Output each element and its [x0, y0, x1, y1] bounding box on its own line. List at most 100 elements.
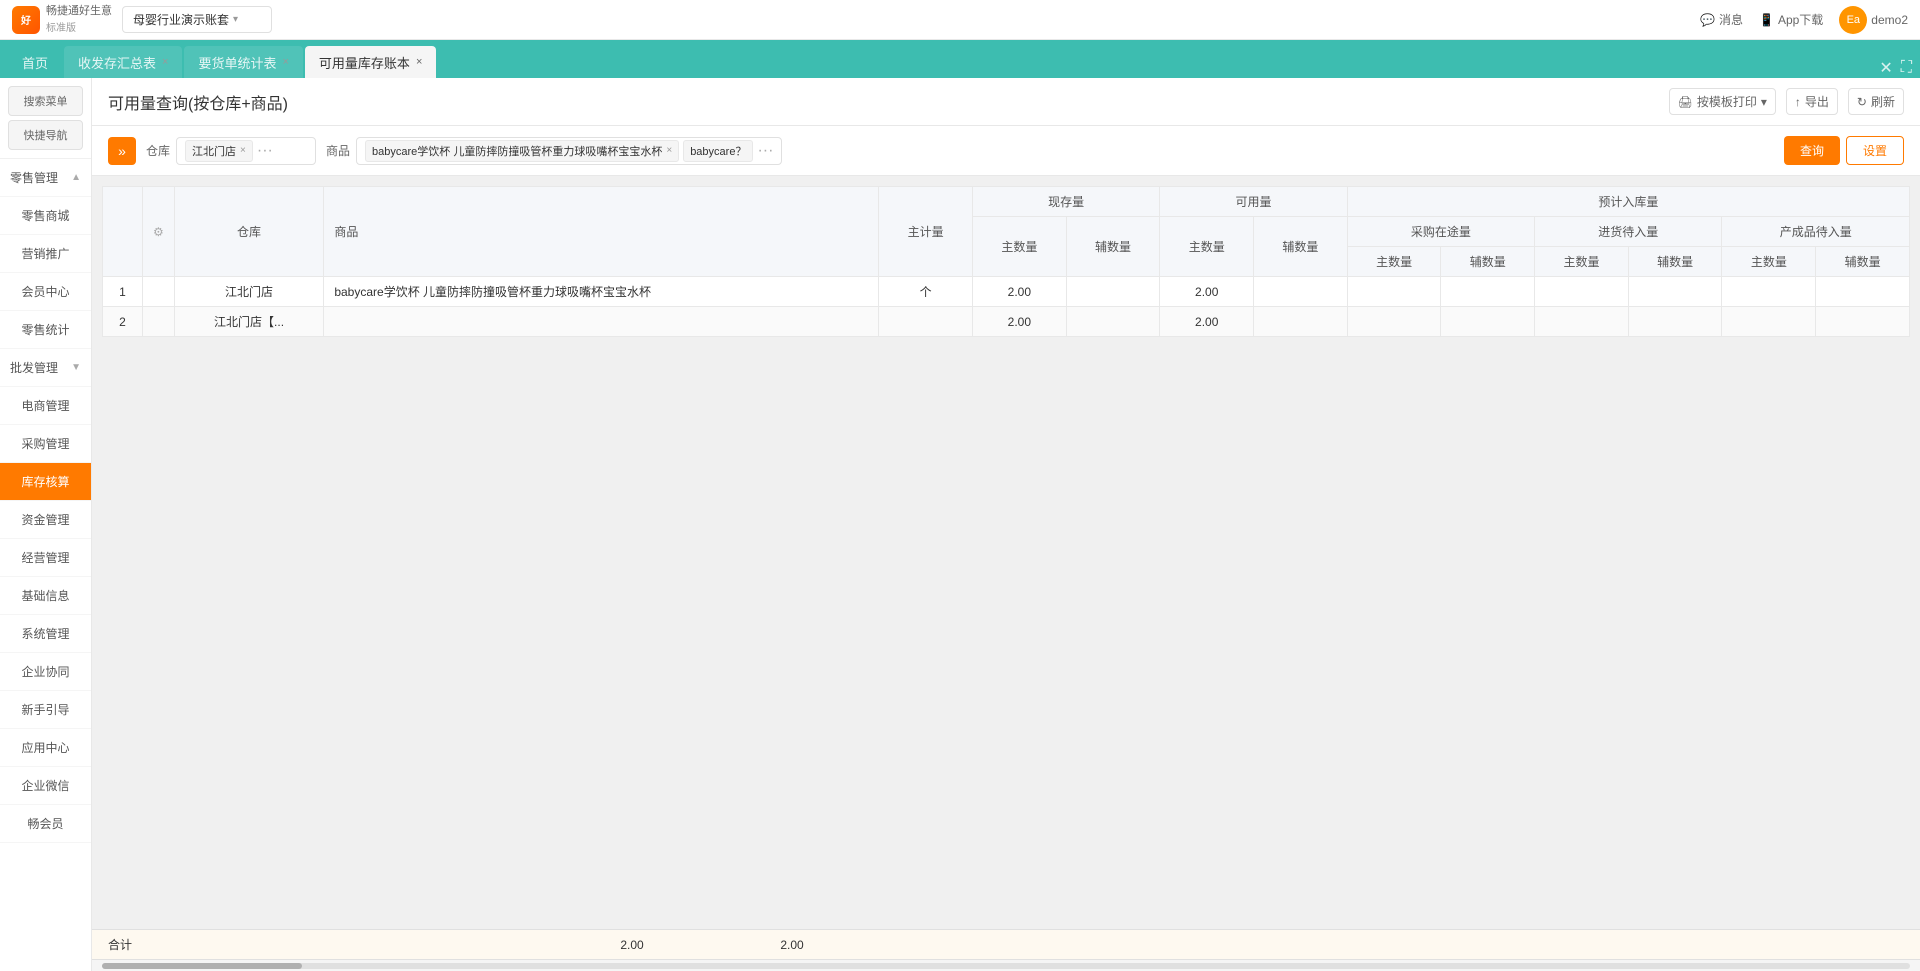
- col-prod-arriv-aux: 辅数量: [1816, 247, 1910, 277]
- tab-available-inventory[interactable]: 可用量库存账本 ×: [305, 46, 436, 78]
- sidebar-item-inventory[interactable]: 库存核算: [0, 463, 91, 501]
- sidebar: 搜索菜单 快捷导航 零售管理 ▲ 零售商城 营销推广 会员中心 零售统计 批发管…: [0, 78, 92, 971]
- cell-pa-main-2: [1535, 307, 1629, 337]
- col-warehouse: 仓库: [174, 187, 324, 277]
- sidebar-item-operations[interactable]: 经营管理: [0, 539, 91, 577]
- sidebar-item-wholesale-mgmt[interactable]: 批发管理 ▼: [0, 349, 91, 387]
- cell-pt-main-2: [1347, 307, 1441, 337]
- col-stock-aux: 辅数量: [1066, 217, 1160, 277]
- print-template-btn[interactable]: 🖨 按模板打印 ▾: [1669, 88, 1776, 115]
- cell-pra-main-2: [1722, 307, 1816, 337]
- product-dots[interactable]: ···: [757, 142, 773, 160]
- footer-unit-spacer: [532, 938, 592, 952]
- warehouse-input[interactable]: 江北门店 × ···: [176, 137, 316, 165]
- tab-close-order-stats[interactable]: ×: [282, 56, 288, 68]
- col-planned-in: 预计入库量: [1347, 187, 1909, 217]
- sidebar-item-retail-mgmt[interactable]: 零售管理 ▲: [0, 159, 91, 197]
- product-input[interactable]: babycare学饮杯 儿童防摔防撞吸管杯重力球吸嘴杯宝宝水杯 × babyca…: [356, 137, 782, 165]
- filter-toggle-btn[interactable]: »: [108, 137, 136, 165]
- col-avail-aux: 辅数量: [1254, 217, 1348, 277]
- top-bar: 好 畅捷通好生意 标准版 母婴行业演示账套 ▾ 💬 消息 📱 App下载 Ea …: [0, 0, 1920, 40]
- tab-inout-summary[interactable]: 收发存汇总表 ×: [64, 46, 182, 78]
- app-download-btn[interactable]: 📱 App下载: [1759, 11, 1823, 28]
- sidebar-item-ecommerce[interactable]: 电商管理: [0, 387, 91, 425]
- sidebar-item-system[interactable]: 系统管理: [0, 615, 91, 653]
- logo-area: 好 畅捷通好生意 标准版: [12, 5, 112, 33]
- tab-close-inout-summary[interactable]: ×: [162, 56, 168, 68]
- product-tag-1-remove[interactable]: ×: [666, 145, 672, 156]
- col-main-unit: 主计量: [879, 187, 973, 277]
- cell-warehouse-1: 江北门店: [174, 277, 324, 307]
- expand-btn[interactable]: ⛶: [1901, 59, 1912, 77]
- settings-btn[interactable]: 设置: [1846, 136, 1904, 165]
- cell-pa-main-1: [1535, 277, 1629, 307]
- footer-product-spacer: [252, 938, 532, 952]
- warehouse-dots[interactable]: ···: [257, 142, 273, 160]
- warehouse-label: 仓库: [146, 142, 170, 159]
- message-btn[interactable]: 💬 消息: [1700, 11, 1743, 28]
- sidebar-item-newbie[interactable]: 新手引导: [0, 691, 91, 729]
- page-header: 可用量查询(按仓库+商品) 🖨 按模板打印 ▾ ↑ 导出 ↻ 刷新: [92, 78, 1920, 126]
- scrollbar-thumb[interactable]: [102, 963, 302, 969]
- col-purchase-arriv-main: 主数量: [1535, 247, 1629, 277]
- close-all-tabs-btn[interactable]: ✕: [1879, 58, 1892, 78]
- retail-mgmt-arrow: ▲: [71, 172, 81, 183]
- org-selector[interactable]: 母婴行业演示账套 ▾: [122, 6, 272, 33]
- footer-stock-aux: [672, 938, 752, 952]
- sidebar-item-enterprise[interactable]: 企业协同: [0, 653, 91, 691]
- filter-actions: 查询 设置: [1784, 136, 1904, 165]
- sidebar-item-vip[interactable]: 畅会员: [0, 805, 91, 843]
- cell-pa-aux-1: [1628, 277, 1722, 307]
- col-purchase-transit-main: 主数量: [1347, 247, 1441, 277]
- col-settings: ⚙: [143, 187, 175, 277]
- print-arrow: ▾: [1761, 95, 1767, 109]
- sidebar-item-enterprise-wechat[interactable]: 企业微信: [0, 767, 91, 805]
- main-layout: 搜索菜单 快捷导航 零售管理 ▲ 零售商城 营销推广 会员中心 零售统计 批发管…: [0, 78, 1920, 971]
- cell-pra-aux-1: [1816, 277, 1910, 307]
- sidebar-item-app-center[interactable]: 应用中心: [0, 729, 91, 767]
- col-available: 可用量: [1160, 187, 1347, 217]
- tab-home[interactable]: 首页: [8, 46, 62, 78]
- search-menu-btn[interactable]: 搜索菜单: [8, 86, 83, 116]
- col-purchase-arriv-aux: 辅数量: [1628, 247, 1722, 277]
- export-btn[interactable]: ↑ 导出: [1786, 88, 1838, 115]
- product-label: 商品: [326, 142, 350, 159]
- tab-order-stats[interactable]: 要货单统计表 ×: [184, 46, 302, 78]
- export-icon: ↑: [1795, 95, 1801, 109]
- page-header-actions: 🖨 按模板打印 ▾ ↑ 导出 ↻ 刷新: [1669, 88, 1904, 125]
- footer-label: 合计: [92, 936, 252, 953]
- scrollbar-track: [102, 963, 1910, 969]
- cell-unit-1: 个: [879, 277, 973, 307]
- refresh-btn[interactable]: ↻ 刷新: [1848, 88, 1904, 115]
- sidebar-item-member-center[interactable]: 会员中心: [0, 273, 91, 311]
- sidebar-item-retail-mall[interactable]: 零售商城: [0, 197, 91, 235]
- user-menu[interactable]: Ea demo2: [1839, 6, 1908, 34]
- col-purchase-arriving: 进货待入量: [1535, 217, 1722, 247]
- cell-stock-main-1: 2.00: [972, 277, 1066, 307]
- cell-avail-main-1: 2.00: [1160, 277, 1254, 307]
- col-product: 商品: [324, 187, 879, 277]
- col-purchase-transit-aux: 辅数量: [1441, 247, 1535, 277]
- warehouse-filter-group: 仓库 江北门店 × ···: [146, 137, 316, 165]
- cell-avail-aux-1: [1254, 277, 1348, 307]
- cell-avail-aux-2: [1254, 307, 1348, 337]
- sidebar-search-section: 搜索菜单 快捷导航: [0, 78, 91, 159]
- settings-gear-icon[interactable]: ⚙: [153, 225, 164, 239]
- sidebar-item-finance[interactable]: 资金管理: [0, 501, 91, 539]
- col-avail-main: 主数量: [1160, 217, 1254, 277]
- sidebar-item-basic-info[interactable]: 基础信息: [0, 577, 91, 615]
- cell-settings-2: [143, 307, 175, 337]
- horizontal-scrollbar[interactable]: [92, 959, 1920, 971]
- product-tag-1: babycare学饮杯 儿童防摔防撞吸管杯重力球吸嘴杯宝宝水杯 ×: [365, 140, 679, 162]
- warehouse-tag-remove[interactable]: ×: [240, 145, 246, 156]
- quick-nav-btn[interactable]: 快捷导航: [8, 120, 83, 150]
- cell-pra-aux-2: [1816, 307, 1910, 337]
- col-current-stock: 现存量: [972, 187, 1159, 217]
- query-btn[interactable]: 查询: [1784, 136, 1840, 165]
- phone-icon: 📱: [1759, 13, 1774, 27]
- sidebar-item-retail-stats[interactable]: 零售统计: [0, 311, 91, 349]
- sidebar-item-marketing[interactable]: 营销推广: [0, 235, 91, 273]
- tab-close-available-inventory[interactable]: ×: [416, 56, 422, 68]
- sidebar-item-purchase[interactable]: 采购管理: [0, 425, 91, 463]
- table-container: ⚙ 仓库 商品 主计量 现存量 可用量 预计入库量 主数量 辅数量 主数量 辅数…: [92, 176, 1920, 929]
